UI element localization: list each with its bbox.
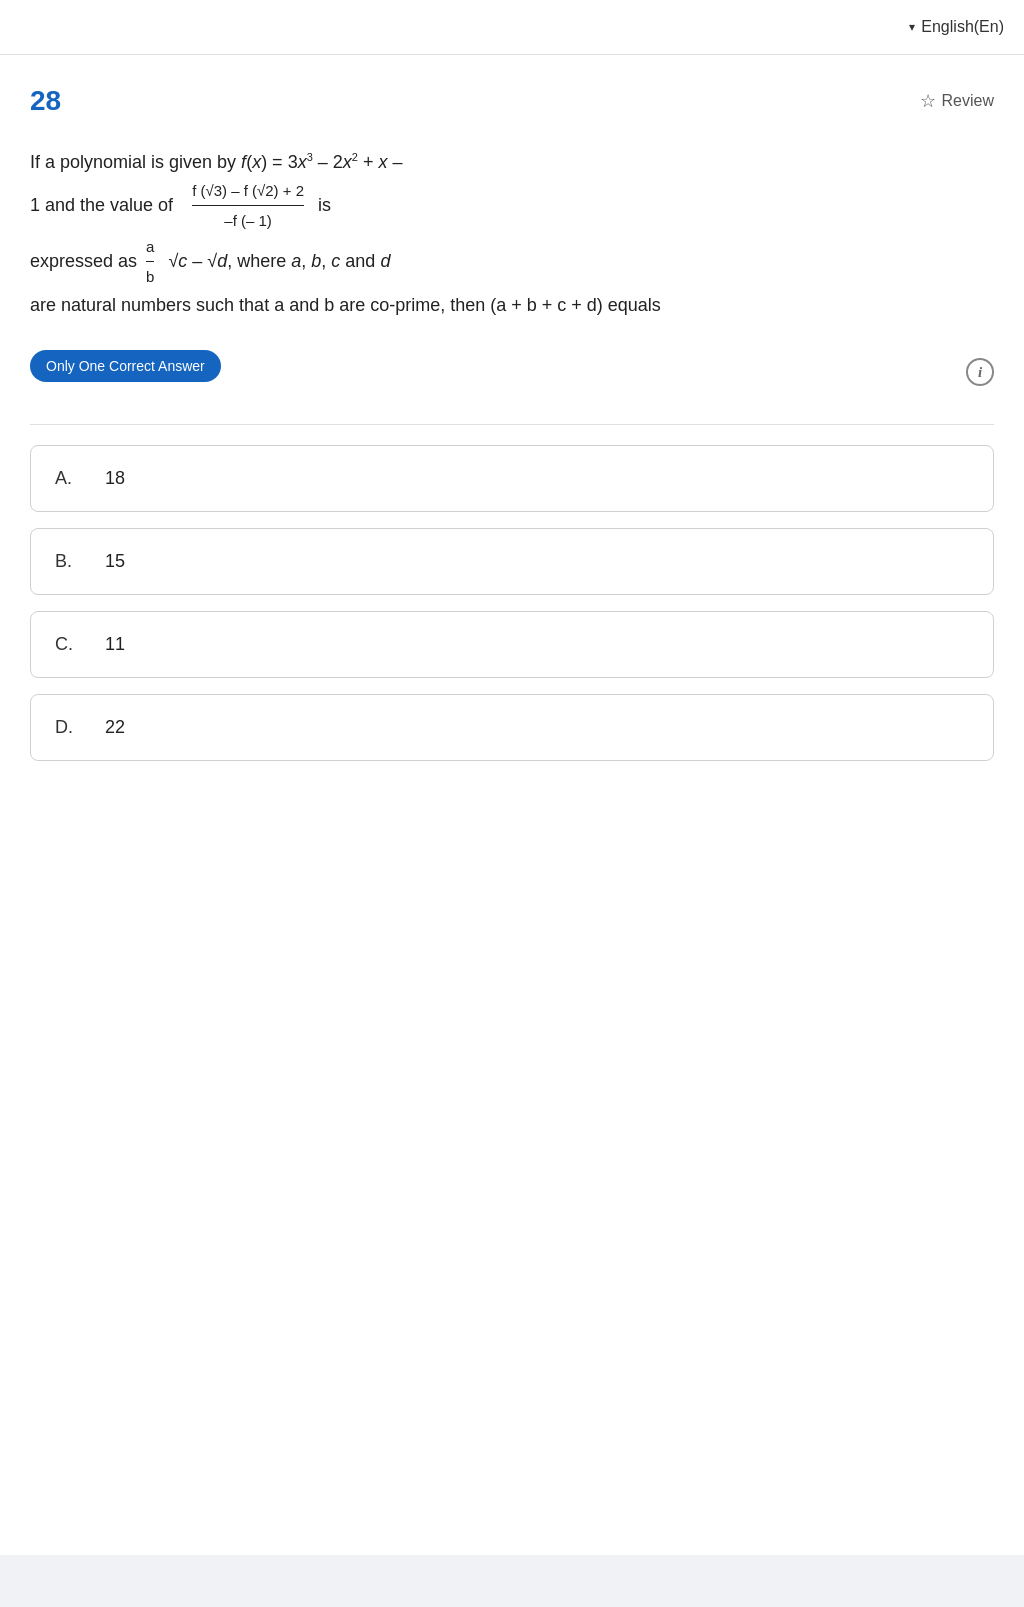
question-body: If a polynomial is given by f(x) = 3x3 –… xyxy=(30,147,994,320)
option-c-label: C. xyxy=(55,634,85,655)
option-c-value: 11 xyxy=(105,634,125,655)
fraction-b: b xyxy=(146,262,154,290)
divider xyxy=(30,424,994,425)
option-b-label: B. xyxy=(55,551,85,572)
question-text-part2: 1 and the value of xyxy=(30,194,183,214)
main-content: 28 ☆ Review If a polynomial is given by … xyxy=(0,55,1024,1555)
option-a-label: A. xyxy=(55,468,85,489)
fraction-a: a xyxy=(146,234,154,263)
only-one-correct-badge: Only One Correct Answer xyxy=(30,350,221,382)
option-a[interactable]: A. 18 xyxy=(30,445,994,512)
question-text-expression: √c – √d, where a, b, c and d xyxy=(163,250,390,270)
question-text-part4: expressed as xyxy=(30,250,142,270)
fraction: f (√3) – f (√2) + 2 –f (– 1) xyxy=(192,178,304,234)
language-label: English(En) xyxy=(921,18,1004,36)
option-d-label: D. xyxy=(55,717,85,738)
fraction-ab: a b xyxy=(146,234,154,290)
star-icon: ☆ xyxy=(920,90,936,112)
option-b[interactable]: B. 15 xyxy=(30,528,994,595)
language-selector[interactable]: ▾ English(En) xyxy=(909,18,1004,36)
top-bar: ▾ English(En) xyxy=(0,0,1024,55)
option-c[interactable]: C. 11 xyxy=(30,611,994,678)
review-button[interactable]: ☆ Review xyxy=(920,90,994,112)
info-icon[interactable]: i xyxy=(966,358,994,386)
question-text-is: is xyxy=(313,194,331,214)
question-header: 28 ☆ Review xyxy=(30,85,994,117)
review-label: Review xyxy=(942,92,994,110)
option-d-value: 22 xyxy=(105,717,125,738)
question-number: 28 xyxy=(30,85,61,117)
badge-row: Only One Correct Answer i xyxy=(30,350,994,394)
fraction-denominator: –f (– 1) xyxy=(224,206,272,234)
option-b-value: 15 xyxy=(105,551,125,572)
question-text-part1: If a polynomial is given by f(x) = 3x3 –… xyxy=(30,152,402,172)
option-d[interactable]: D. 22 xyxy=(30,694,994,761)
option-a-value: 18 xyxy=(105,468,125,489)
chevron-down-icon: ▾ xyxy=(909,20,915,34)
fraction-numerator: f (√3) – f (√2) + 2 xyxy=(192,178,304,207)
question-text-part6: are natural numbers such that a and b ar… xyxy=(30,295,661,315)
